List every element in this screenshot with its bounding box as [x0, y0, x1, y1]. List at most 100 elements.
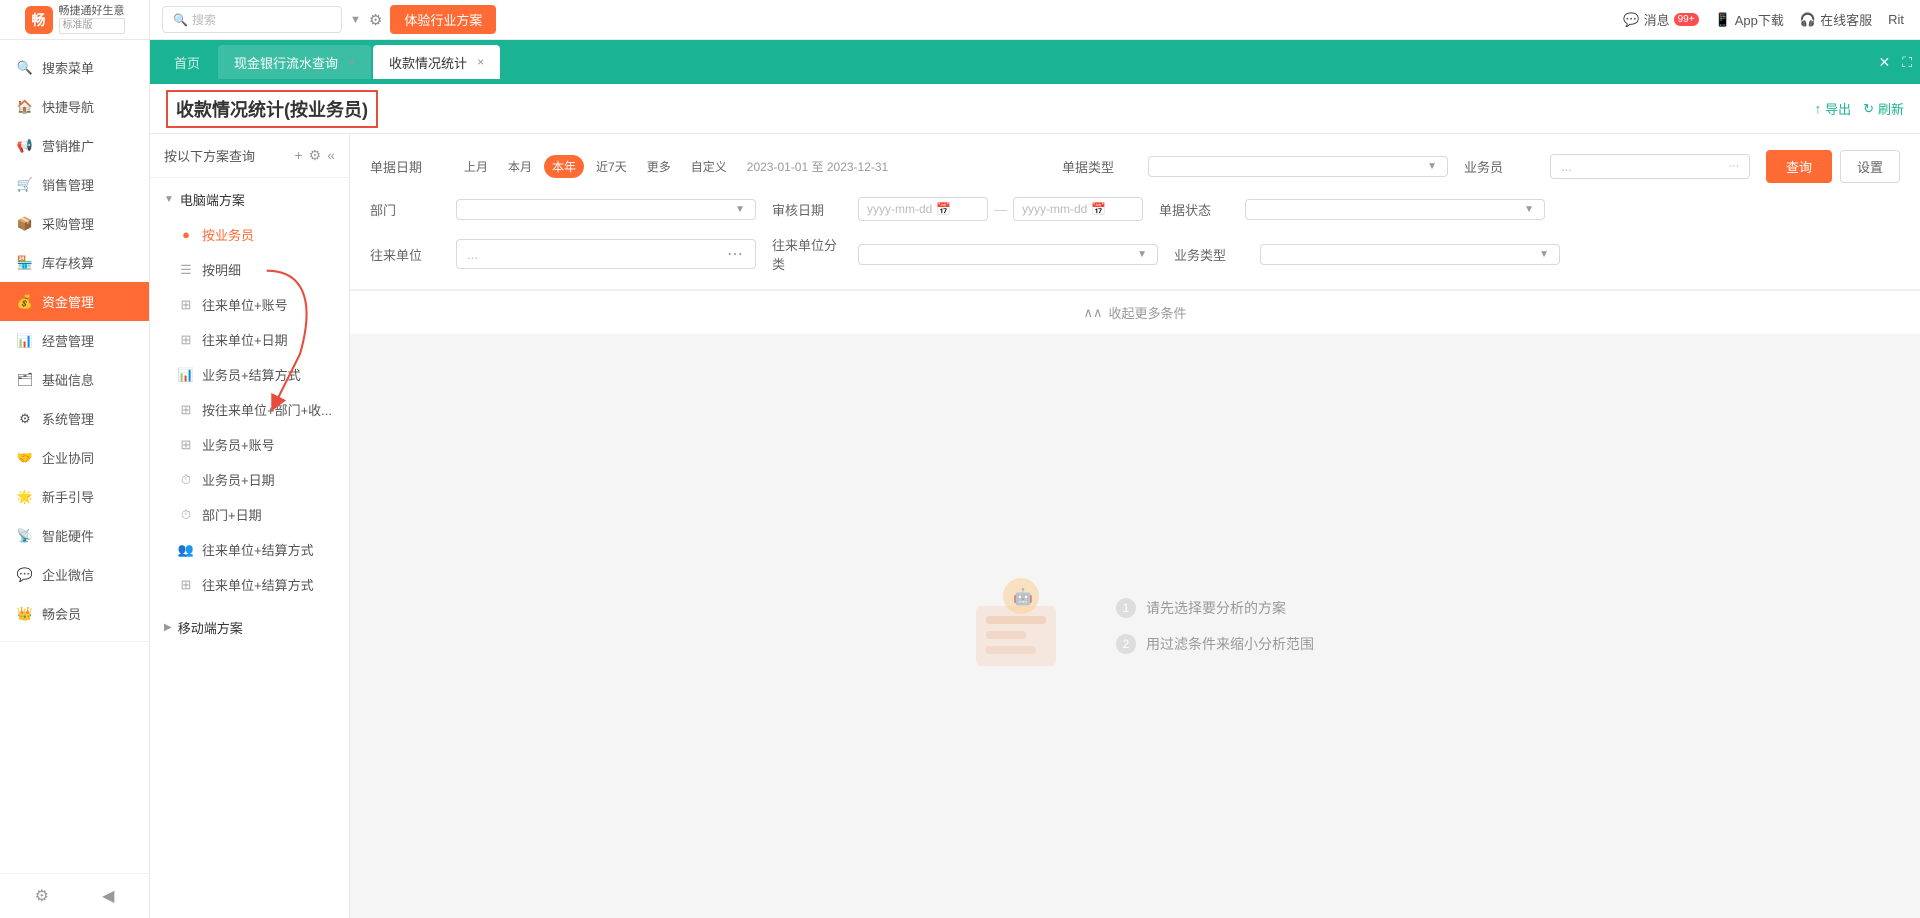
date-btn-more[interactable]: 更多: [639, 155, 679, 178]
svg-text:🤖: 🤖: [1013, 587, 1033, 606]
date-btn-this-month[interactable]: 本月: [500, 155, 540, 178]
tab-close-receivable-stats[interactable]: ×: [477, 55, 484, 69]
date-label: 单据日期: [370, 157, 440, 176]
sidebar-item-inventory[interactable]: 🏪 库存核算: [0, 243, 149, 282]
empty-tip-1: 1 请先选择要分析的方案: [1116, 598, 1314, 618]
sidebar-item-system[interactable]: ⚙ 系统管理: [0, 399, 149, 438]
tab-close-bank-flow[interactable]: ×: [348, 55, 355, 69]
export-btn[interactable]: ↑ 导出: [1815, 99, 1852, 118]
sidebar-item-smart-hw[interactable]: 📡 智能硬件: [0, 516, 149, 555]
biz-type-select[interactable]: ▼: [1260, 244, 1560, 265]
scheme-group-mobile-header[interactable]: ▶ 移动端方案: [150, 610, 349, 645]
scheme-item-dept-date[interactable]: ⏱ 部门+日期: [150, 497, 349, 532]
dropdown-arrow6-icon: ▼: [1539, 249, 1549, 260]
chevron-right-icon: ▶: [164, 622, 172, 633]
dept-select[interactable]: ▼: [456, 199, 756, 220]
audit-date-from[interactable]: yyyy-mm-dd 📅: [858, 197, 988, 221]
scheme-item-unit-settlement2[interactable]: ⊞ 往来单位+结算方式: [150, 567, 349, 602]
audit-date-label: 审核日期: [772, 200, 842, 219]
filter-section: 单据日期 上月 本月 本年 近7天 更多 自定义 2023-: [350, 134, 1920, 290]
scheme-item-by-salesperson[interactable]: ● 按业务员: [150, 217, 349, 252]
tab-bar: 首页 现金银行流水查询 × 收款情况统计 × ✕ ⛶: [150, 40, 1920, 84]
scheme-item-unit-dept-recv[interactable]: ⊞ 按往来单位+部门+收...: [150, 392, 349, 427]
app-download-item[interactable]: 📱 App下载: [1715, 10, 1784, 29]
sales-icon: 🛒: [16, 176, 34, 194]
doc-type-select[interactable]: ▼: [1148, 156, 1448, 177]
dots-icon[interactable]: ⋯: [727, 244, 745, 264]
tab-bank-flow[interactable]: 现金银行流水查询 ×: [218, 45, 371, 79]
date-btn-custom[interactable]: 自定义: [683, 155, 735, 178]
counterparty-select[interactable]: ... ⋯: [456, 239, 756, 269]
sidebar-item-member[interactable]: 👑 畅会员: [0, 594, 149, 633]
sidebar-nav: 🔍 搜索菜单 🏠 快捷导航 📢 营销推广 🛒 销售管理 📦 采购管理 🏪: [0, 40, 149, 642]
date-btn-last-month[interactable]: 上月: [456, 155, 496, 178]
tab-close-all-btn[interactable]: ✕: [1878, 54, 1890, 71]
doc-type-label: 单据类型: [1062, 157, 1132, 176]
trial-btn[interactable]: 体验行业方案: [390, 5, 496, 34]
operations-icon: 📊: [16, 332, 34, 350]
scheme-item-by-detail[interactable]: ☰ 按明细: [150, 252, 349, 287]
sidebar-item-finance[interactable]: 💰 资金管理: [0, 282, 149, 321]
scheme-settings-btn[interactable]: ⚙: [309, 147, 322, 164]
salesperson-select[interactable]: ... ⋯: [1550, 154, 1750, 179]
audit-date-to[interactable]: yyyy-mm-dd 📅: [1013, 197, 1143, 221]
system-icon: ⚙: [16, 410, 34, 428]
content-area: 首页 现金银行流水查询 × 收款情况统计 × ✕ ⛶ 收款情况统计(按业务员) …: [150, 40, 1920, 918]
collapse-bar[interactable]: ∧∧ 收起更多条件: [350, 290, 1920, 334]
counterparty-type-select[interactable]: ▼: [858, 244, 1158, 265]
dropdown-arrow-icon: ▼: [1427, 161, 1437, 172]
top-search-box[interactable]: 🔍 搜索: [162, 6, 342, 33]
search-icon: 🔍: [16, 59, 34, 77]
scheme-item-unit-account[interactable]: ⊞ 往来单位+账号: [150, 287, 349, 322]
sidebar-item-wechat[interactable]: 💬 企业微信: [0, 555, 149, 594]
date-control: 上月 本月 本年 近7天 更多 自定义 2023-01-01 至 2023-12: [456, 155, 1046, 178]
sidebar-settings-btn[interactable]: ⚙: [31, 882, 53, 910]
scheme-item-salesperson-settlement[interactable]: 📊 业务员+结算方式: [150, 357, 349, 392]
sidebar-item-guide[interactable]: 🌟 新手引导: [0, 477, 149, 516]
table-icon: ⊞: [178, 297, 194, 313]
dropdown-arrow-icon: ▼: [350, 14, 361, 26]
app-logo: 畅: [25, 6, 53, 34]
query-btn[interactable]: 查询: [1766, 150, 1832, 183]
refresh-btn[interactable]: ↻ 刷新: [1863, 99, 1904, 118]
user-name-item[interactable]: Rit: [1888, 12, 1904, 27]
search-icon: 🔍: [173, 13, 188, 27]
sidebar-item-quick-nav[interactable]: 🏠 快捷导航: [0, 87, 149, 126]
tab-maximize-btn[interactable]: ⛶: [1902, 54, 1912, 71]
sidebar-item-enterprise[interactable]: 🤝 企业协同: [0, 438, 149, 477]
sidebar-collapse-btn[interactable]: ◀: [98, 882, 118, 910]
filter-settings-btn[interactable]: 设置: [1840, 150, 1900, 183]
sidebar-item-basic-info[interactable]: 🗂 基础信息: [0, 360, 149, 399]
counterparty-placeholder: ...: [467, 247, 727, 262]
sidebar-bottom: ⚙ ◀: [0, 873, 149, 918]
finance-icon: 💰: [16, 293, 34, 311]
empty-content: 🤖 1 请先选择要分析的方案 2 用过滤条件来缩小分析范围: [956, 566, 1314, 686]
messages-nav-item[interactable]: 💬 消息 99+: [1623, 10, 1698, 29]
sidebar-item-operations[interactable]: 📊 经营管理: [0, 321, 149, 360]
scheme-group-pc-header[interactable]: ▼ 电脑端方案: [150, 182, 349, 217]
scheme-item-salesperson-date[interactable]: ⏱ 业务员+日期: [150, 462, 349, 497]
sidebar-item-marketing[interactable]: 📢 营销推广: [0, 126, 149, 165]
sidebar-item-purchase[interactable]: 📦 采购管理: [0, 204, 149, 243]
date-btn-this-year[interactable]: 本年: [544, 155, 584, 178]
salesperson-placeholder: ...: [1561, 159, 1729, 174]
messages-badge: 99+: [1674, 13, 1699, 26]
main-content: 按以下方案查询 + ⚙ « ▼ 电脑端方案 ● 按业务员: [150, 134, 1920, 918]
dropdown-arrow3-icon: ▼: [735, 204, 745, 215]
basic-icon: 🗂: [16, 371, 34, 389]
scheme-item-unit-settlement1[interactable]: 👥 往来单位+结算方式: [150, 532, 349, 567]
scheme-item-unit-date[interactable]: ⊞ 往来单位+日期: [150, 322, 349, 357]
filter-area: 单据日期 上月 本月 本年 近7天 更多 自定义 2023-: [350, 134, 1920, 918]
sidebar-item-search-menu[interactable]: 🔍 搜索菜单: [0, 48, 149, 87]
doc-status-select[interactable]: ▼: [1245, 199, 1545, 220]
settings-icon[interactable]: ⚙: [369, 11, 382, 29]
scheme-collapse-btn[interactable]: «: [327, 147, 335, 164]
date-quick-btns: 上月 本月 本年 近7天 更多 自定义: [456, 155, 735, 178]
tab-home[interactable]: 首页: [158, 45, 216, 79]
date-btn-last7[interactable]: 近7天: [588, 155, 635, 178]
sidebar-item-sales[interactable]: 🛒 销售管理: [0, 165, 149, 204]
scheme-add-btn[interactable]: +: [294, 147, 302, 164]
tab-receivable-stats[interactable]: 收款情况统计 ×: [373, 45, 500, 79]
scheme-item-salesperson-account[interactable]: ⊞ 业务员+账号: [150, 427, 349, 462]
online-service-item[interactable]: 🎧 在线客服: [1800, 10, 1872, 29]
